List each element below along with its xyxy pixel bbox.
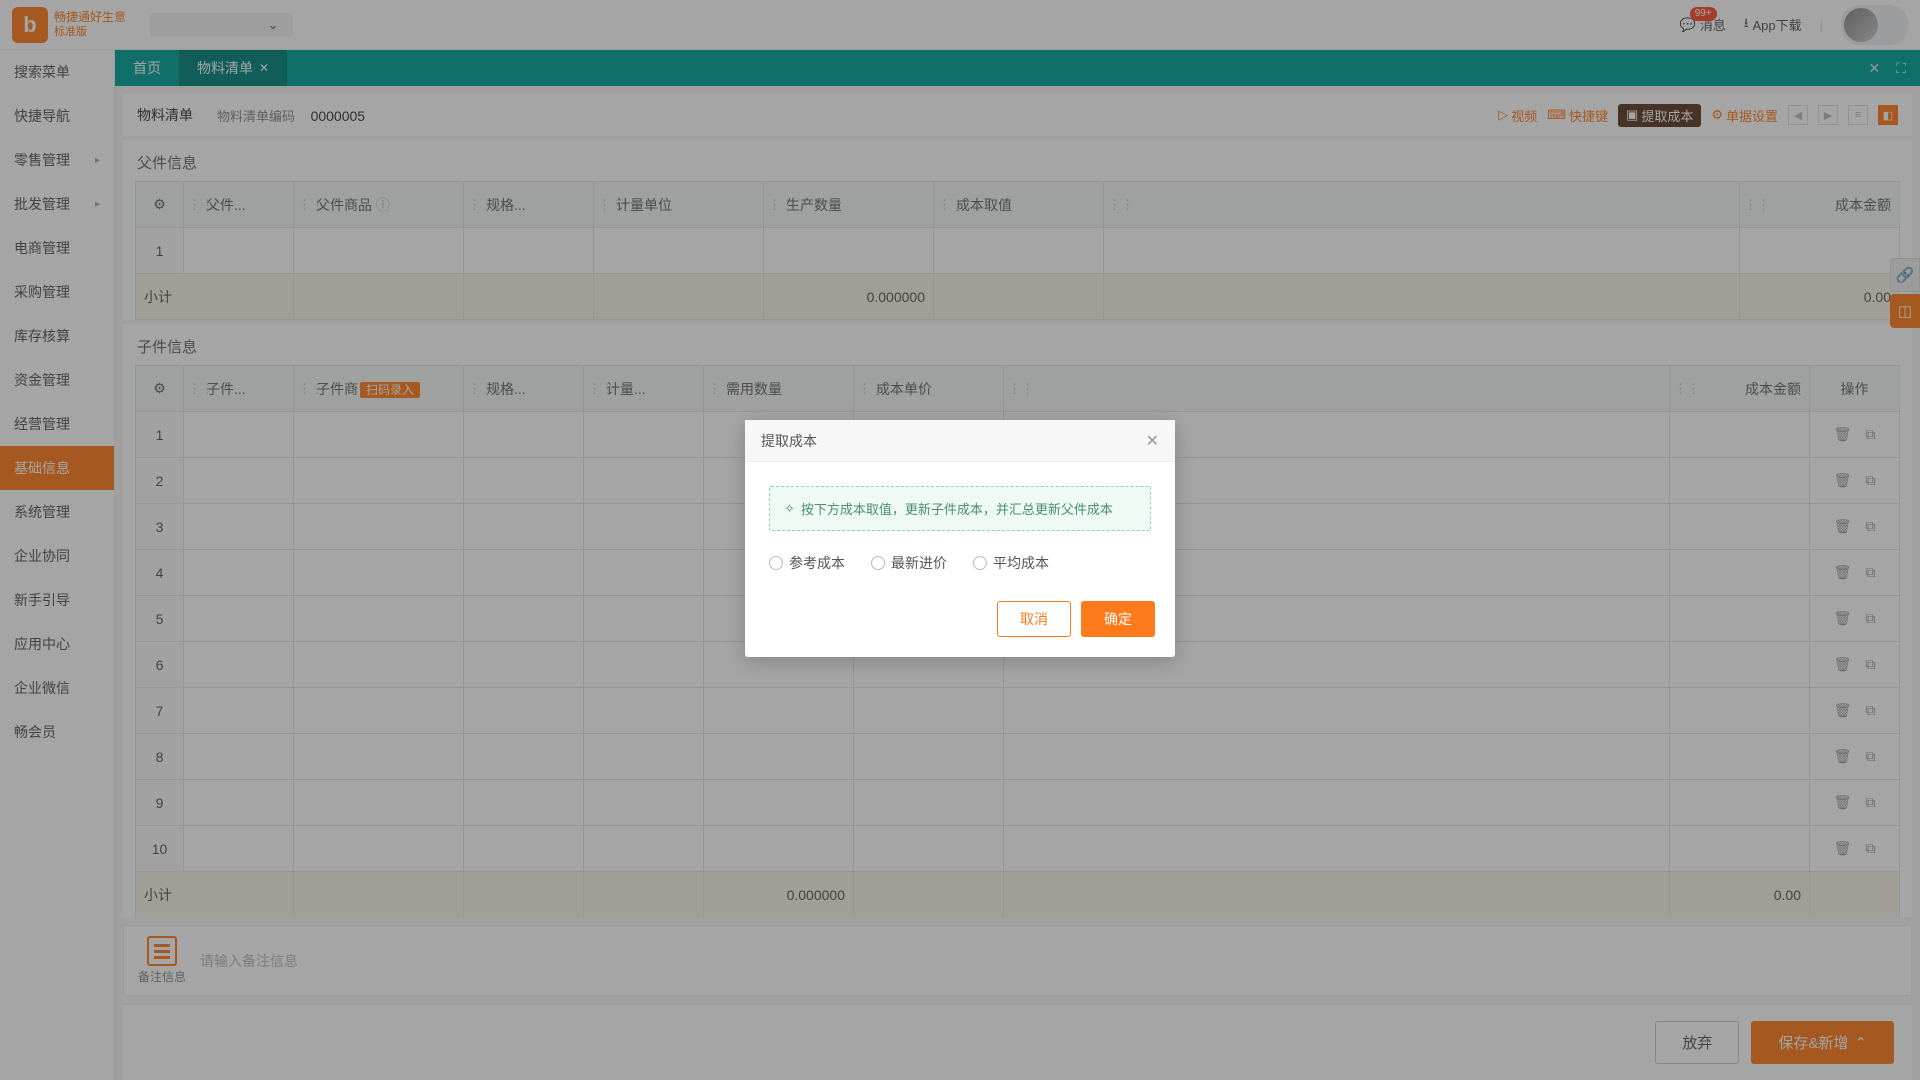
cost-option-0[interactable]: 参考成本 <box>769 553 845 573</box>
cost-option-1[interactable]: 最新进价 <box>871 553 947 573</box>
modal-close-button[interactable]: ✕ <box>1146 431 1159 451</box>
modal-ok-button[interactable]: 确定 <box>1081 601 1155 637</box>
modal-header: 提取成本 ✕ <box>745 420 1175 462</box>
modal-title: 提取成本 <box>761 431 817 451</box>
lightbulb-icon: ✧ <box>784 501 795 517</box>
cost-option-2[interactable]: 平均成本 <box>973 553 1049 573</box>
modal-cancel-button[interactable]: 取消 <box>997 601 1071 637</box>
cost-options: 参考成本 最新进价 平均成本 <box>769 553 1151 573</box>
extract-cost-modal: 提取成本 ✕ ✧ 按下方成本取值，更新子件成本，并汇总更新父件成本 参考成本 最新… <box>745 420 1175 657</box>
radio-icon <box>769 556 783 570</box>
radio-icon <box>973 556 987 570</box>
radio-icon <box>871 556 885 570</box>
modal-tip: ✧ 按下方成本取值，更新子件成本，并汇总更新父件成本 <box>769 486 1151 531</box>
